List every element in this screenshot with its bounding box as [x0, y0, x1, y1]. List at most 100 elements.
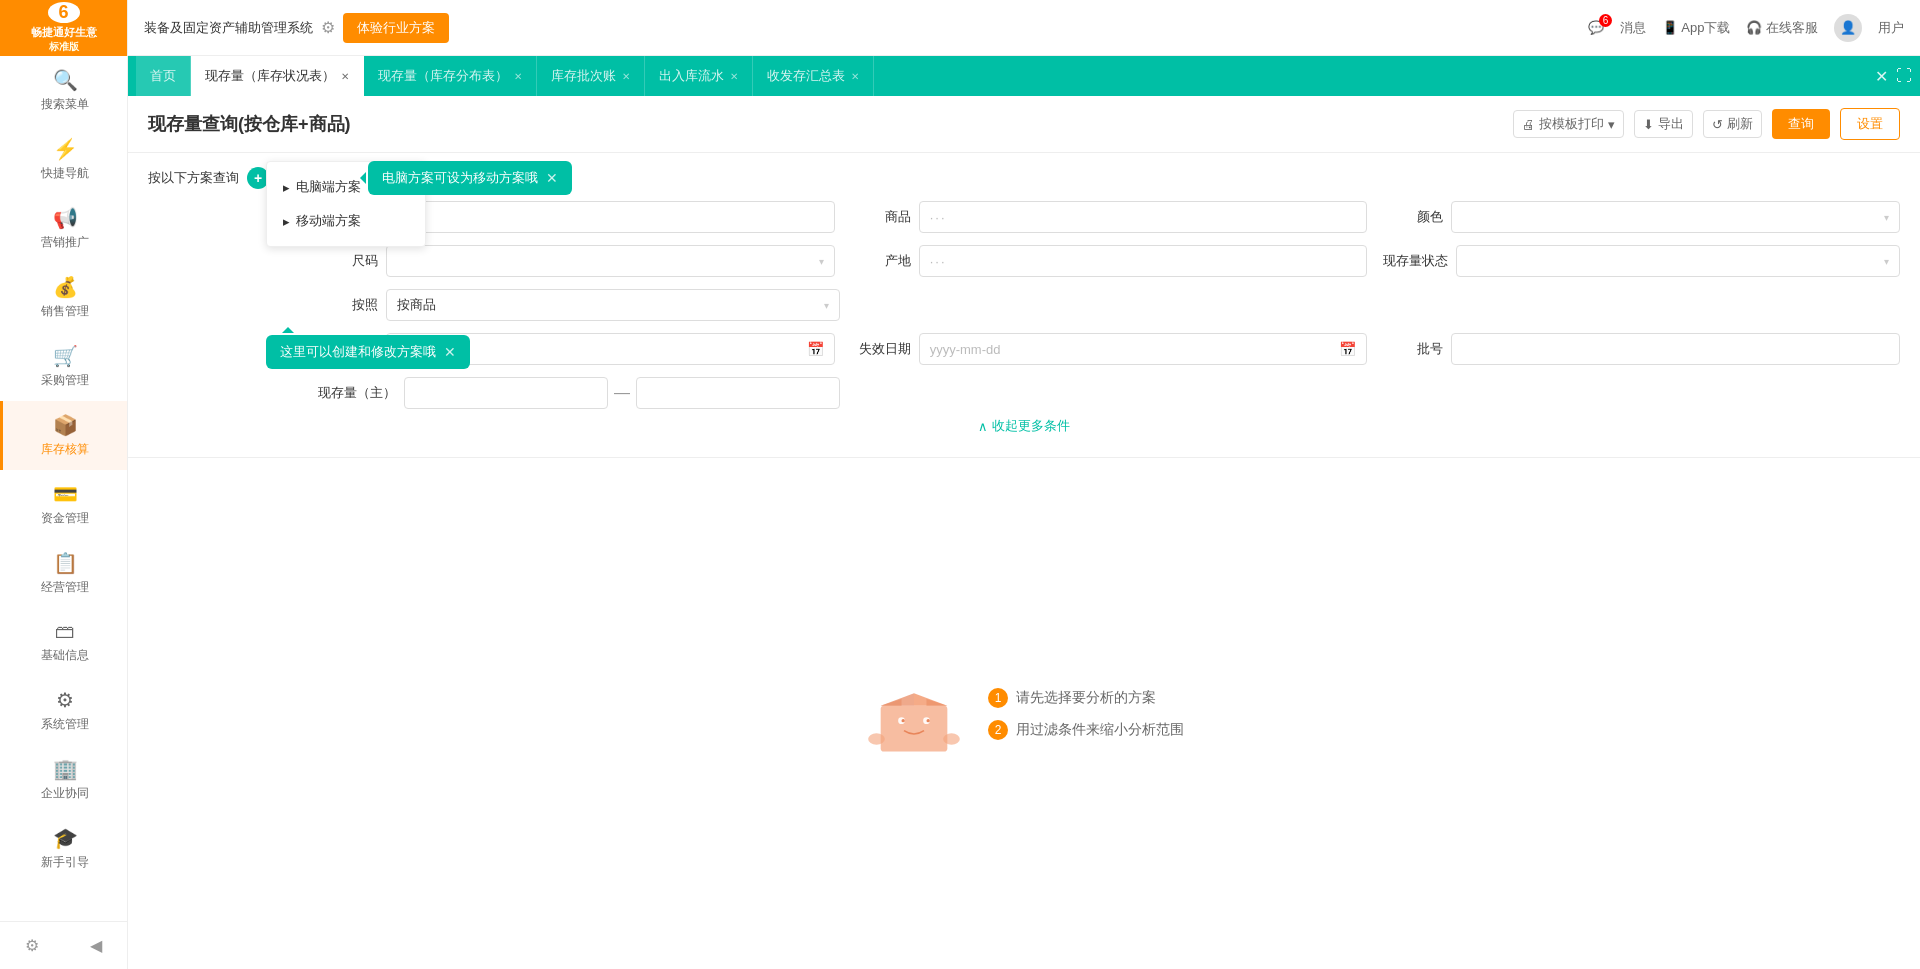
quicknav-icon: ⚡ — [53, 137, 78, 161]
status-input[interactable]: ▾ — [1456, 245, 1900, 277]
origin-input[interactable]: ··· — [919, 245, 1368, 277]
sidebar-item-sales[interactable]: 💰 销售管理 — [0, 263, 127, 332]
batch-input[interactable] — [1451, 333, 1900, 365]
sidebar-item-purchase[interactable]: 🛒 采购管理 — [0, 332, 127, 401]
scheme-mobile-item[interactable]: ▸ 移动端方案 — [267, 204, 425, 238]
sidebar-item-guide[interactable]: 🎓 新手引导 — [0, 814, 127, 883]
empty-illustration — [864, 664, 964, 764]
logo-icon: 6 — [48, 2, 80, 23]
search-button[interactable]: 查询 — [1772, 109, 1830, 139]
logo-subtitle: 标准版 — [49, 40, 79, 54]
close-icon[interactable]: ✕ — [851, 71, 859, 82]
sidebar-item-enterprise[interactable]: 🏢 企业协同 — [0, 745, 127, 814]
settings-button[interactable]: ⚙ — [21, 932, 43, 959]
size-input[interactable]: ▾ — [386, 245, 835, 277]
range-separator: — — [614, 384, 630, 402]
tab-inout[interactable]: 出入库流水 ✕ — [645, 56, 753, 96]
goods-input[interactable]: ··· — [919, 201, 1368, 233]
sidebar-item-operations[interactable]: 📋 经营管理 — [0, 539, 127, 608]
chevron-down-icon: ▾ — [1884, 212, 1889, 223]
topbar-left: 装备及固定资产辅助管理系统 ⚙ 体验行业方案 — [144, 13, 449, 43]
print-button[interactable]: 🖨 按模板打印 ▾ — [1513, 110, 1624, 138]
chevron-up-icon: ∧ — [978, 419, 988, 434]
tab-inventory-status-label: 现存量（库存状况表） — [205, 67, 335, 85]
filter-row-1: 仓库 ··· 商品 ··· 颜色 — [318, 201, 1900, 233]
content-area: 现存量查询(按仓库+商品) 🖨 按模板打印 ▾ ⬇ 导出 ↺ 刷新 查询 设置 — [128, 96, 1920, 969]
collapse-button[interactable]: ◀ — [86, 932, 106, 959]
close-icon[interactable]: ✕ — [730, 71, 738, 82]
close-icon[interactable]: ✕ — [341, 71, 349, 82]
tab-home[interactable]: 首页 — [136, 56, 191, 96]
by-input[interactable]: 按商品 ▾ — [386, 289, 840, 321]
tab-collect[interactable]: 收发存汇总表 ✕ — [753, 56, 874, 96]
hint-number-1: 1 — [988, 688, 1008, 708]
empty-state: 1 请先选择要分析的方案 2 用过滤条件来缩小分析范围 — [128, 458, 1920, 969]
calendar-icon: 📅 — [807, 341, 824, 357]
sidebar-item-search[interactable]: 🔍 搜索菜单 — [0, 56, 127, 125]
qty-from-input[interactable] — [404, 377, 608, 409]
sidebar-item-quicknav[interactable]: ⚡ 快捷导航 — [0, 125, 127, 194]
tooltip-edit: 这里可以创建和修改方案哦 ✕ — [266, 335, 470, 369]
print-icon: 🖨 — [1522, 117, 1535, 132]
close-icon[interactable]: ✕ — [622, 71, 630, 82]
app-download[interactable]: 📱 App下载 — [1662, 19, 1730, 37]
filter-group-size: 尺码 ▾ — [318, 245, 835, 277]
page-actions: 🖨 按模板打印 ▾ ⬇ 导出 ↺ 刷新 查询 设置 — [1513, 108, 1900, 140]
sidebar-item-system[interactable]: ⚙ 系统管理 — [0, 676, 127, 745]
close-icon[interactable]: ✕ — [514, 71, 522, 82]
gear-icon[interactable]: ⚙ — [321, 18, 335, 37]
expdate-label: 失效日期 — [851, 340, 911, 358]
user-avatar[interactable]: 👤 — [1834, 14, 1862, 42]
user-label: 用户 — [1878, 19, 1904, 37]
svg-rect-0 — [881, 705, 948, 751]
hint-number-2: 2 — [988, 720, 1008, 740]
chevron-down-icon: ▾ — [1608, 117, 1615, 132]
filter-rows: 仓库 ··· 商品 ··· 颜色 — [318, 201, 1900, 409]
sidebar-logo: 6 畅捷通好生意 标准版 — [0, 0, 127, 56]
tab-inventory-dist-label: 现存量（库存分布表） — [378, 67, 508, 85]
tooltip-pc-close[interactable]: ✕ — [546, 170, 558, 186]
sidebar-item-label: 库存核算 — [41, 441, 89, 458]
scheme-mobile-label: 移动端方案 — [296, 212, 361, 230]
tab-close-all-button[interactable]: ✕ — [1875, 67, 1888, 86]
sidebar-item-label: 资金管理 — [41, 510, 89, 527]
sidebar-item-label: 基础信息 — [41, 647, 89, 664]
tab-inventory-dist[interactable]: 现存量（库存分布表） ✕ — [364, 56, 537, 96]
qty-to-input[interactable] — [636, 377, 840, 409]
page-title: 现存量查询(按仓库+商品) — [148, 112, 351, 136]
sidebar-item-label: 经营管理 — [41, 579, 89, 596]
sidebar-item-inventory[interactable]: 📦 库存核算 — [0, 401, 127, 470]
message-button[interactable]: 💬 6 — [1588, 20, 1604, 35]
tab-inventory-status[interactable]: 现存量（库存状况表） ✕ — [191, 56, 364, 96]
tab-batch[interactable]: 库存批次账 ✕ — [537, 56, 645, 96]
hint-text-2: 用过滤条件来缩小分析范围 — [1016, 721, 1184, 739]
chevron-down-icon: ▾ — [1884, 256, 1889, 267]
tooltip-edit-close[interactable]: ✕ — [444, 344, 456, 360]
avatar-icon: 👤 — [1840, 20, 1856, 35]
export-button[interactable]: ⬇ 导出 — [1634, 110, 1693, 138]
message-label: 消息 — [1620, 19, 1646, 37]
reset-button[interactable]: 设置 — [1840, 108, 1900, 140]
goods-dots: ··· — [930, 210, 947, 225]
warehouse-input[interactable]: ··· — [386, 201, 835, 233]
chevron-down-icon: ▾ — [824, 300, 829, 311]
refresh-button[interactable]: ↺ 刷新 — [1703, 110, 1762, 138]
sidebar-item-basic[interactable]: 🗃 基础信息 — [0, 608, 127, 676]
sidebar-item-marketing[interactable]: 📢 营销推广 — [0, 194, 127, 263]
logo-title: 畅捷通好生意 — [31, 25, 97, 40]
filter-row-2: 尺码 ▾ 产地 ··· 现存量状态 — [318, 245, 1900, 277]
collapse-button[interactable]: ∧ 收起更多条件 — [148, 409, 1900, 443]
expdate-input[interactable]: yyyy-mm-dd 📅 — [919, 333, 1368, 365]
filter-group-status: 现存量状态 ▾ — [1383, 245, 1900, 277]
online-service[interactable]: 🎧 在线客服 — [1746, 19, 1818, 37]
filter-area: 按以下方案查询 + ↺ ← ▸ 电脑端方案 ▸ 移动端方案 电脑方案可设为移动方… — [128, 153, 1920, 458]
color-input[interactable]: ▾ — [1451, 201, 1900, 233]
enterprise-icon: 🏢 — [53, 757, 78, 781]
filter-group-color: 颜色 ▾ — [1383, 201, 1900, 233]
trial-button[interactable]: 体验行业方案 — [343, 13, 449, 43]
empty-text: 1 请先选择要分析的方案 2 用过滤条件来缩小分析范围 — [988, 688, 1184, 740]
system-icon: ⚙ — [56, 688, 74, 712]
tab-fullscreen-button[interactable]: ⛶ — [1896, 67, 1912, 86]
scheme-pc-label: 电脑端方案 — [296, 178, 361, 196]
sidebar-item-finance[interactable]: 💳 资金管理 — [0, 470, 127, 539]
